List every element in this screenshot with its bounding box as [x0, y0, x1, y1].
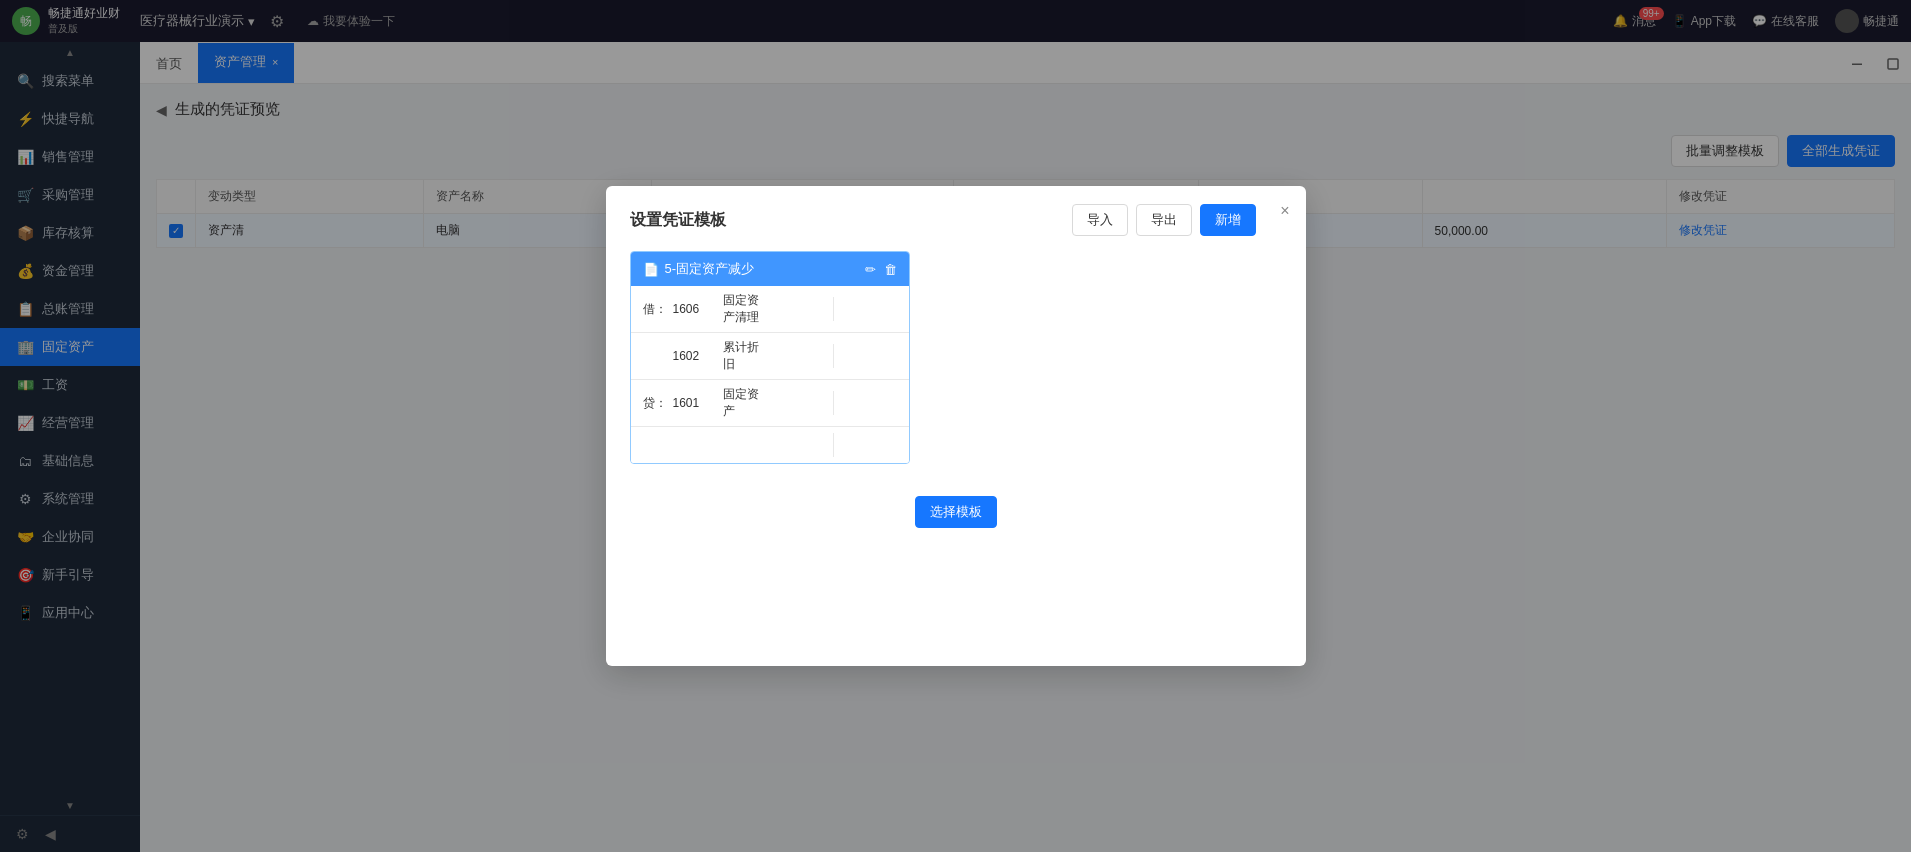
- entry-code-1: 1602: [673, 349, 723, 363]
- import-button[interactable]: 导入: [1072, 204, 1128, 236]
- new-button[interactable]: 新增: [1200, 204, 1256, 236]
- set-template-dialog: 设置凭证模板 导入 导出 新增 × 📄 5-固定资产减少 ✏ 🗑: [606, 186, 1306, 666]
- entry-code-2: 1601: [673, 396, 723, 410]
- entry-direction-0: 借：: [643, 301, 673, 318]
- entry-credit-2: [834, 391, 897, 415]
- entry-debit-1: [770, 344, 834, 368]
- template-entry-row-empty: [631, 427, 909, 463]
- template-delete-icon[interactable]: 🗑: [884, 262, 897, 277]
- entry-credit-1: [834, 344, 897, 368]
- entry-code-0: 1606: [673, 302, 723, 316]
- export-button[interactable]: 导出: [1136, 204, 1192, 236]
- entry-name-1: 累计折旧: [723, 339, 770, 373]
- entry-name-0: 固定资产清理: [723, 292, 770, 326]
- entry-debit-empty: [770, 433, 834, 457]
- dialog-overlay: 设置凭证模板 导入 导出 新增 × 📄 5-固定资产减少 ✏ 🗑: [0, 0, 1911, 852]
- entry-credit-0: [834, 297, 897, 321]
- entry-name-2: 固定资产: [723, 386, 770, 420]
- dialog-close-button[interactable]: ×: [1280, 202, 1289, 220]
- template-entry-row-1: 1602 累计折旧: [631, 333, 909, 380]
- entry-debit-0: [770, 297, 834, 321]
- template-card-header: 📄 5-固定资产减少 ✏ 🗑: [631, 252, 909, 286]
- entry-credit-empty: [834, 433, 897, 457]
- entry-debit-2: [770, 391, 834, 415]
- template-card: 📄 5-固定资产减少 ✏ 🗑 借： 1606 固定资产清理: [630, 251, 910, 464]
- template-entry-row-2: 贷： 1601 固定资产: [631, 380, 909, 427]
- dialog-toolbar: 导入 导出 新增: [1072, 204, 1256, 236]
- select-template-wrap: 选择模板: [630, 480, 1282, 528]
- template-card-header-title: 📄 5-固定资产减少: [643, 260, 755, 278]
- template-card-actions: ✏ 🗑: [865, 262, 897, 277]
- template-entry-row-0: 借： 1606 固定资产清理: [631, 286, 909, 333]
- template-card-body: 借： 1606 固定资产清理 1602 累计折旧 贷：: [631, 286, 909, 463]
- template-name: 5-固定资产减少: [665, 260, 755, 278]
- template-doc-icon: 📄: [643, 262, 659, 277]
- select-template-button[interactable]: 选择模板: [915, 496, 997, 528]
- template-container: 📄 5-固定资产减少 ✏ 🗑 借： 1606 固定资产清理: [630, 251, 1282, 464]
- template-edit-icon[interactable]: ✏: [865, 262, 876, 277]
- entry-direction-2: 贷：: [643, 395, 673, 412]
